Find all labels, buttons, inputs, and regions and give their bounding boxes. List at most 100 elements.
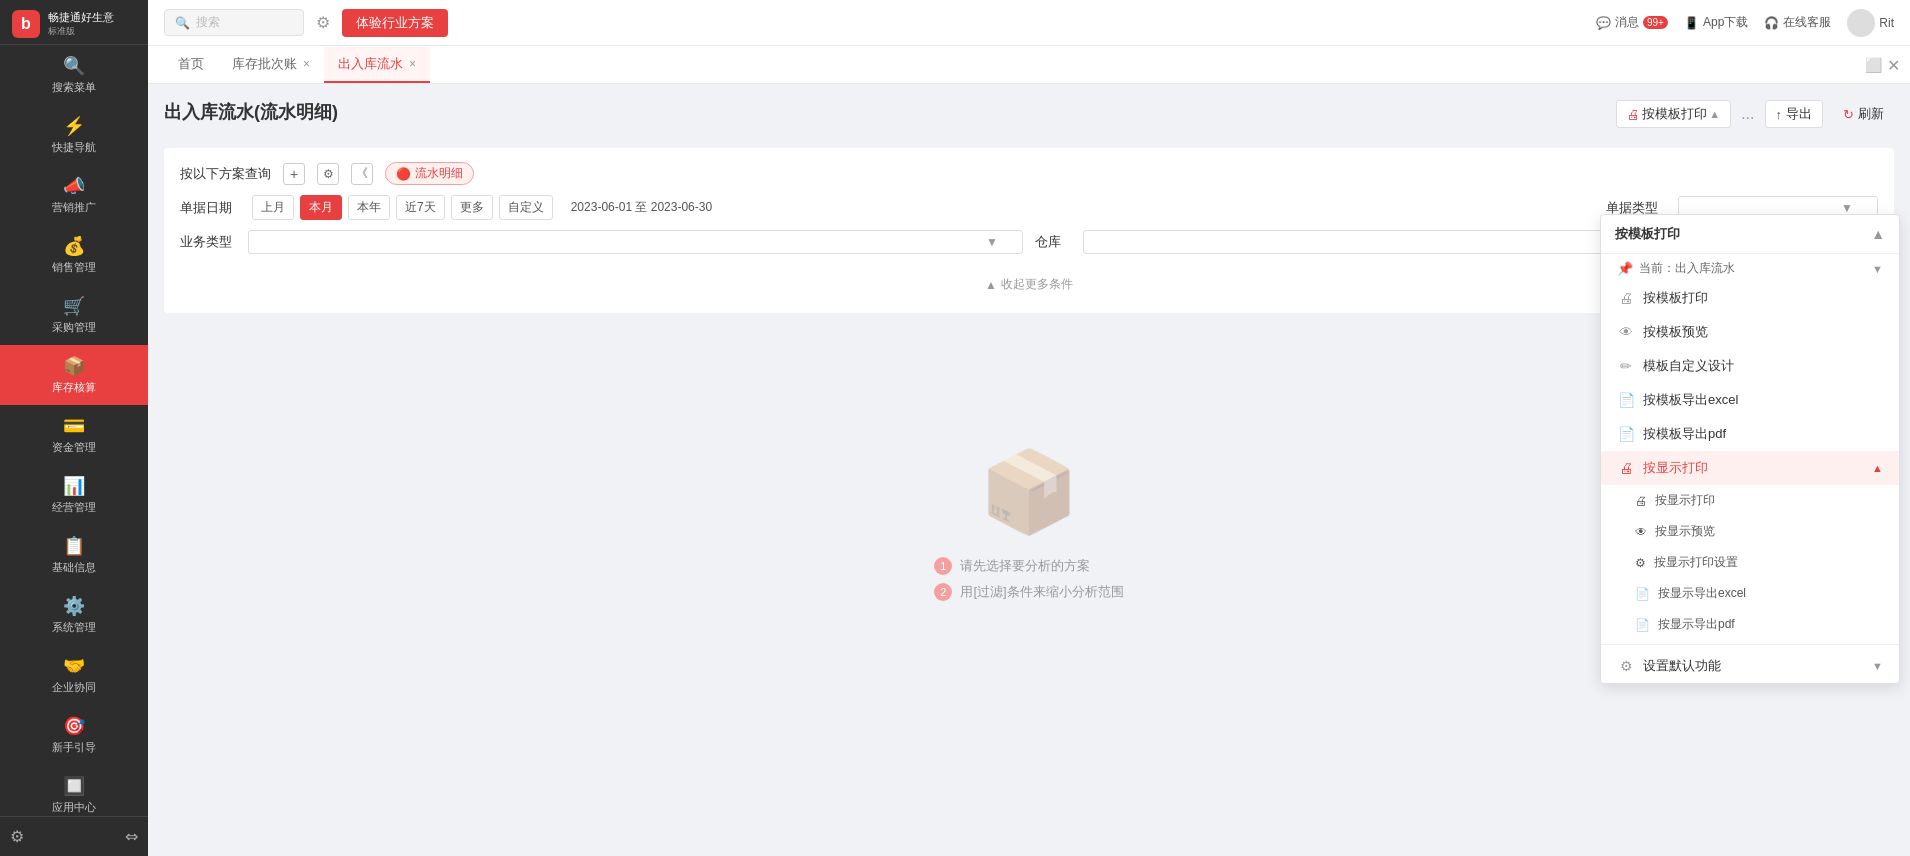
date-range: 2023-06-01 至 2023-06-30: [565, 196, 718, 219]
filter-collapse-btn[interactable]: 《: [351, 163, 373, 185]
print-dropdown-panel: 按模板打印 ▲ 📌 当前：出入库流水 ▼ 🖨 按模板打印 👁 按模板预览: [1600, 214, 1900, 684]
date-more[interactable]: 更多: [451, 195, 493, 220]
dropdown-item-display-export-excel[interactable]: 📄 按显示导出excel: [1601, 578, 1899, 609]
sidebar-item-purchase[interactable]: 🛒 采购管理: [0, 285, 148, 345]
date-last7[interactable]: 近7天: [396, 195, 445, 220]
display-print-section-header[interactable]: 🖨 按显示打印 ▲: [1601, 451, 1899, 485]
empty-step-2: 2 用[过滤]条件来缩小分析范围: [934, 583, 1123, 601]
filter-settings-btn[interactable]: ⚙: [317, 163, 339, 185]
dropdown-item-display-print[interactable]: 🖨 按显示打印: [1601, 485, 1899, 516]
dropdown-header-actions: ▲: [1871, 226, 1885, 242]
topbar-search[interactable]: 🔍 搜索: [164, 9, 304, 36]
online-service-btn[interactable]: 🎧 在线客服: [1764, 14, 1831, 31]
tab-inout-flow-close[interactable]: ×: [409, 57, 416, 71]
sales-icon: 💰: [63, 235, 85, 257]
date-label: 单据日期: [180, 199, 240, 217]
sidebar-item-operations[interactable]: 📊 经营管理: [0, 465, 148, 525]
filter-tag[interactable]: 🔴 流水明细: [385, 162, 474, 185]
display-section-chevron[interactable]: ▲: [1872, 462, 1883, 474]
headset-icon: 🎧: [1764, 16, 1779, 30]
page-title: 出入库流水(流水明细): [164, 100, 338, 124]
sidebar-item-label: 系统管理: [52, 620, 96, 635]
collapse-sidebar-icon[interactable]: ⇔: [125, 827, 138, 846]
current-chevron[interactable]: ▼: [1872, 263, 1883, 275]
filter-label: 按以下方案查询: [180, 165, 271, 183]
sidebar-item-label: 营销推广: [52, 200, 96, 215]
step-1-label: 请先选择要分析的方案: [960, 557, 1090, 575]
sidebar-item-label: 企业协同: [52, 680, 96, 695]
filter-collapse-icon: 《: [356, 165, 368, 182]
filter-add-btn[interactable]: +: [283, 163, 305, 185]
refresh-icon: ↻: [1843, 107, 1854, 122]
dropdown-item-display-preview[interactable]: 👁 按显示预览: [1601, 516, 1899, 547]
dropdown-item-set-default[interactable]: ⚙ 设置默认功能 ▼: [1601, 649, 1899, 683]
template-custom-icon: ✏: [1617, 358, 1635, 374]
user-name: Rit: [1879, 16, 1894, 30]
trial-btn[interactable]: 体验行业方案: [342, 9, 448, 37]
dropdown-header: 按模板打印 ▲: [1601, 215, 1899, 254]
action-more-btn[interactable]: ...: [1741, 105, 1754, 123]
sidebar-item-finance[interactable]: 💳 资金管理: [0, 405, 148, 465]
set-default-icon: ⚙: [1617, 658, 1635, 674]
print-label: 按模板打印: [1642, 105, 1707, 123]
set-default-label: 设置默认功能: [1643, 657, 1721, 675]
filter-tag-label: 流水明细: [415, 165, 463, 182]
dropdown-item-template-print[interactable]: 🖨 按模板打印: [1601, 281, 1899, 315]
sidebar-item-cooperation[interactable]: 🤝 企业协同: [0, 645, 148, 705]
content-area: 出入库流水(流水明细) 🖨 按模板打印 ▲ ... ↑ 导出 ↻ 刷新: [148, 84, 1910, 856]
sidebar-item-inventory[interactable]: 📦 库存核算: [0, 345, 148, 405]
export-label: 导出: [1786, 105, 1812, 123]
filter-settings-icon: ⚙: [323, 167, 334, 181]
settings-bottom-icon[interactable]: ⚙: [10, 827, 24, 846]
tab-batch-account-close[interactable]: ×: [303, 57, 310, 71]
date-last-month[interactable]: 上月: [252, 195, 294, 220]
sidebar-item-search[interactable]: 🔍 搜索菜单: [0, 45, 148, 105]
display-preview-label: 按显示预览: [1655, 523, 1715, 540]
refresh-btn[interactable]: ↻ 刷新: [1833, 101, 1894, 127]
set-default-chevron: ▼: [1872, 660, 1883, 672]
sidebar-item-sales[interactable]: 💰 销售管理: [0, 225, 148, 285]
sidebar: b 畅捷通好生意 标准版 🔍 搜索菜单 ⚡ 快捷导航 📣 营销推广 💰 销售管理…: [0, 0, 148, 856]
avatar: [1847, 9, 1875, 37]
template-export-excel-icon: 📄: [1617, 392, 1635, 408]
sidebar-item-apps[interactable]: 🔲 应用中心: [0, 765, 148, 816]
dropdown-item-template-export-excel[interactable]: 📄 按模板导出excel: [1601, 383, 1899, 417]
tab-expand-icon[interactable]: ⬜: [1865, 57, 1882, 73]
user-profile-btn[interactable]: Rit: [1847, 9, 1894, 37]
biz-type-select[interactable]: ▼: [248, 230, 1023, 254]
sidebar-item-label: 基础信息: [52, 560, 96, 575]
message-btn[interactable]: 💬 消息 99+: [1596, 14, 1668, 31]
print-btn[interactable]: 🖨 按模板打印 ▲: [1616, 100, 1731, 128]
action-bar: 🖨 按模板打印 ▲ ... ↑ 导出 ↻ 刷新: [1616, 100, 1894, 128]
export-btn[interactable]: ↑ 导出: [1765, 100, 1824, 128]
collapse-conditions-btn[interactable]: ▲ 收起更多条件: [985, 270, 1073, 299]
dropdown-chevron-up[interactable]: ▲: [1871, 226, 1885, 242]
tab-close-all-icon[interactable]: ✕: [1887, 55, 1900, 74]
sidebar-item-marketing[interactable]: 📣 营销推广: [0, 165, 148, 225]
app-download-btn[interactable]: 📱 App下载: [1684, 14, 1748, 31]
tab-batch-account[interactable]: 库存批次账 ×: [218, 47, 324, 83]
sidebar-item-basic[interactable]: 📋 基础信息: [0, 525, 148, 585]
doc-type-chevron: ▼: [1841, 201, 1853, 215]
date-this-month[interactable]: 本月: [300, 195, 342, 220]
date-this-year[interactable]: 本年: [348, 195, 390, 220]
dropdown-item-display-print-settings[interactable]: ⚙ 按显示打印设置: [1601, 547, 1899, 578]
sidebar-item-quick-nav[interactable]: ⚡ 快捷导航: [0, 105, 148, 165]
tab-inout-flow[interactable]: 出入库流水 ×: [324, 47, 430, 83]
display-export-excel-icon: 📄: [1635, 587, 1650, 601]
inventory-icon: 📦: [63, 355, 85, 377]
sidebar-item-label: 快捷导航: [52, 140, 96, 155]
dropdown-item-template-export-pdf[interactable]: 📄 按模板导出pdf: [1601, 417, 1899, 451]
topbar-gear-icon[interactable]: ⚙: [316, 13, 330, 32]
sidebar-logo: b 畅捷通好生意 标准版: [0, 0, 148, 45]
date-custom[interactable]: 自定义: [499, 195, 553, 220]
sidebar-item-label: 新手引导: [52, 740, 96, 755]
app-name: 畅捷通好生意: [48, 10, 114, 24]
sidebar-item-system[interactable]: ⚙️ 系统管理: [0, 585, 148, 645]
sidebar-item-guide[interactable]: 🎯 新手引导: [0, 705, 148, 765]
tab-home[interactable]: 首页: [164, 47, 218, 83]
dropdown-item-template-preview[interactable]: 👁 按模板预览: [1601, 315, 1899, 349]
dropdown-item-template-custom[interactable]: ✏ 模板自定义设计: [1601, 349, 1899, 383]
template-print-icon: 🖨: [1617, 290, 1635, 306]
dropdown-item-display-export-pdf[interactable]: 📄 按显示导出pdf: [1601, 609, 1899, 640]
